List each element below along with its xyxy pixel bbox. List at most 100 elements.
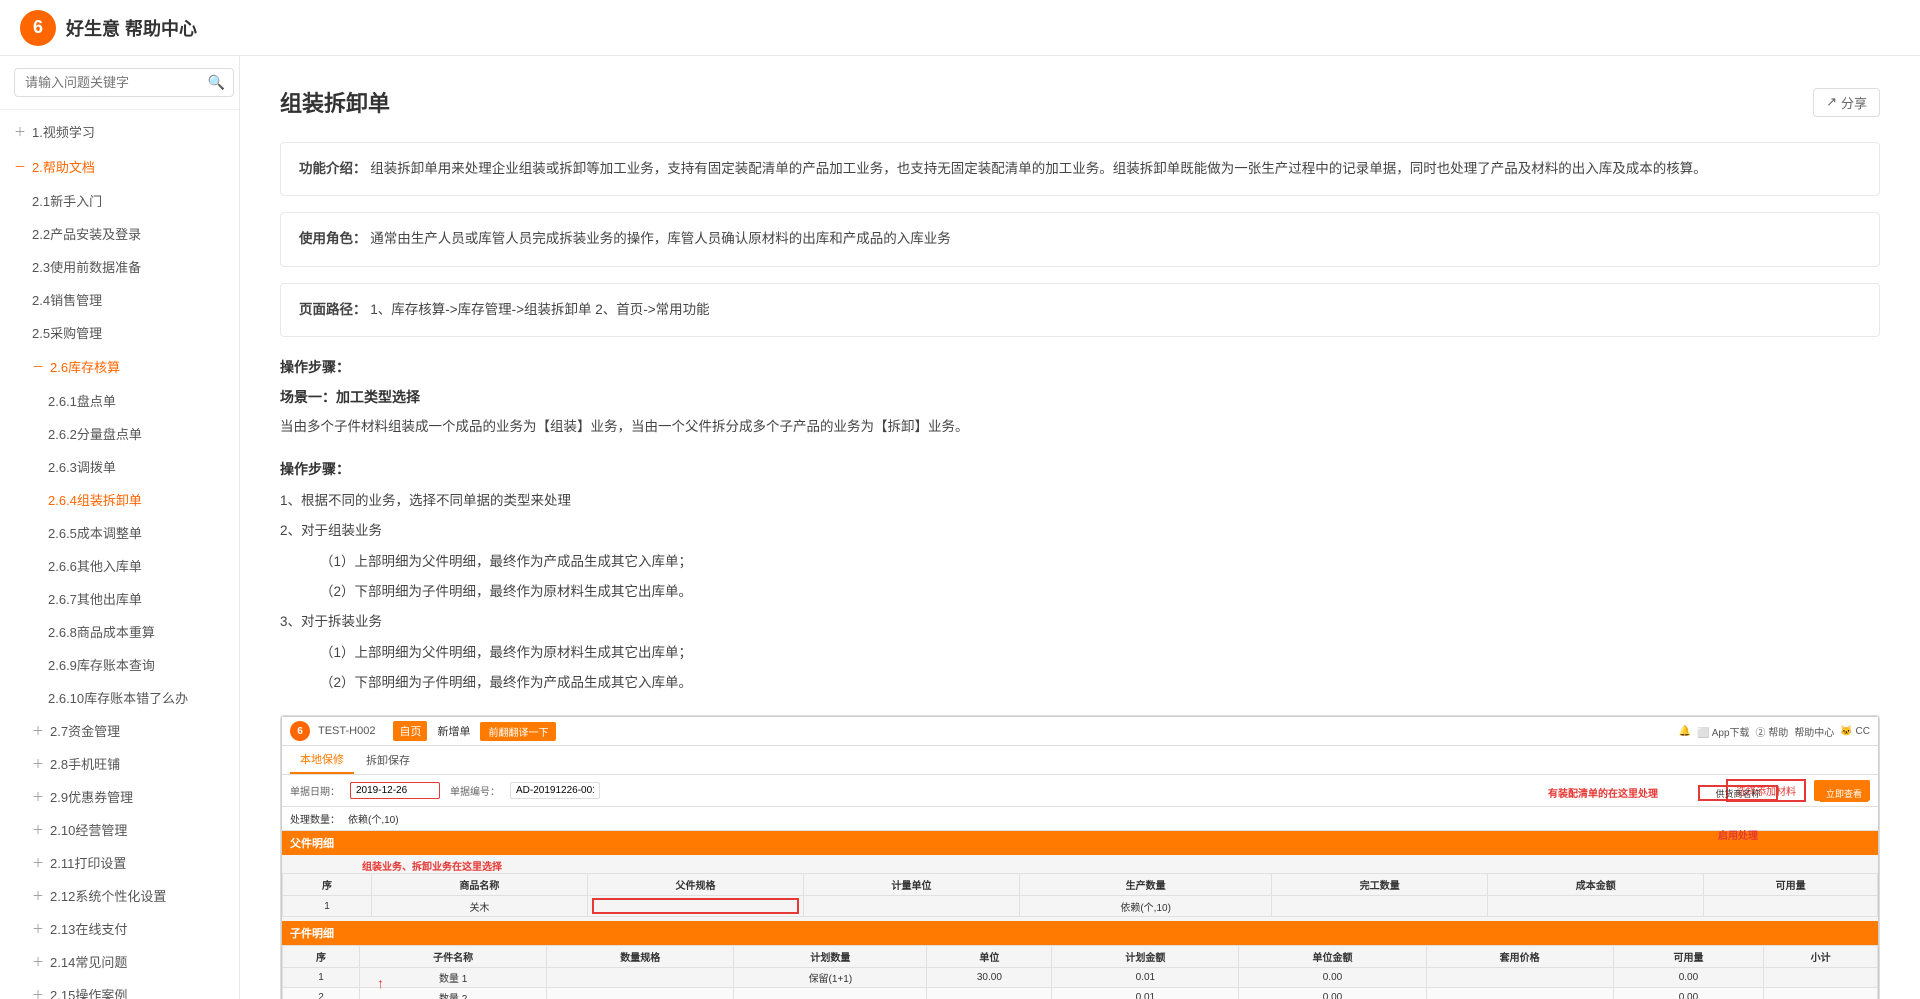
sidebar-item-2-6[interactable]: － 2.6库存核算 (0, 349, 239, 384)
td-r1-10 (1764, 968, 1878, 988)
th-2-5: 单位 (927, 946, 1052, 968)
th-1-8: 可用量 (1704, 874, 1878, 896)
app-icon-help: ② 帮助 (1756, 724, 1789, 739)
sidebar-item-2-5[interactable]: 2.5采购管理 (0, 316, 239, 349)
header: 6 好生意 帮助中心 (0, 0, 1920, 56)
sidebar-item-2-9[interactable]: ＋ 2.9优惠券管理 (0, 780, 239, 813)
sidebar-label-2-6-6: 2.6.6其他入库单 (48, 556, 142, 575)
table-row: 1 关木 依赖(个,10) (283, 896, 1878, 917)
sidebar-label-2-4: 2.4销售管理 (32, 290, 102, 309)
sidebar-label-2-1: 2.1新手入门 (32, 191, 102, 210)
sidebar-item-2-7[interactable]: ＋ 2.7资金管理 (0, 714, 239, 747)
sidebar-item-2-14[interactable]: ＋ 2.14常见问题 (0, 945, 239, 978)
sidebar-label-2-3: 2.3使用前数据准备 (32, 257, 141, 276)
th-2-6: 计划金额 (1052, 946, 1239, 968)
sidebar-label-2-6-3: 2.6.3调拨单 (48, 457, 116, 476)
annotation-text-1: 有装配清单的在这里处理 (1548, 785, 1658, 800)
section1-label: 父件明细 (290, 838, 334, 850)
expand-icon-2-12: ＋ (32, 887, 44, 904)
expand-icon-2-13: ＋ (32, 920, 44, 937)
th-2-1: 序 (283, 946, 360, 968)
td-r2-5 (927, 988, 1052, 999)
app-label-order: 单据编号： (450, 783, 500, 798)
sidebar-item-2-6-8[interactable]: 2.6.8商品成本重算 (0, 615, 239, 648)
th-1-4: 计量单位 (803, 874, 1019, 896)
sidebar-item-2-8[interactable]: ＋ 2.8手机旺铺 (0, 747, 239, 780)
sidebar-item-2-12[interactable]: ＋ 2.12系统个性化设置 (0, 879, 239, 912)
step-1: 1、根据不同的业务，选择不同单据的类型来处理 (280, 489, 1880, 513)
step-3-2: （2）下部明细为子件明细，最终作为产成品生成其它入库单。 (300, 671, 1880, 695)
td-r2-8 (1426, 988, 1613, 999)
sidebar-label-2-6-5: 2.6.5成本调整单 (48, 523, 142, 542)
td-r2-6: 0.01 (1052, 988, 1239, 999)
app-subform-qty: 依赖(个,10) (348, 811, 399, 826)
sidebar-item-2-6-6[interactable]: 2.6.6其他入库单 (0, 549, 239, 582)
th-2-9: 可用量 (1613, 946, 1763, 968)
path-label: 页面路径： (299, 302, 367, 317)
page-title-row: 组装拆卸单 ↗ 分享 (280, 86, 1880, 118)
sidebar-item-2-15[interactable]: ＋ 2.15操作案例 (0, 978, 239, 999)
sidebar-item-2-11[interactable]: ＋ 2.11打印设置 (0, 846, 239, 879)
table-row: 1 数量 1 保留(1+1) 30.00 0.01 0.00 0.00 (283, 968, 1878, 988)
sidebar-item-2-13[interactable]: ＋ 2.13在线支付 (0, 912, 239, 945)
app-btn-apply[interactable]: 立即查看 (1820, 785, 1868, 802)
role-label: 使用角色： (299, 231, 367, 246)
app-table2-wrapper: 序 子件名称 数量规格 计划数量 单位 计划金额 单位金额 套用价格 可用量 小… (282, 945, 1878, 999)
app-order-input[interactable] (510, 782, 600, 799)
app-nav-save[interactable]: 前翻翻译一下 (480, 722, 556, 741)
sidebar: 🔍 ＋ 1.视频学习 － 2.帮助文档 2.1新手入门 2.2产品安装及登录 (0, 56, 240, 999)
section2-label: 子件明细 (290, 928, 334, 940)
sidebar-item-2-6-4[interactable]: 2.6.4组装拆卸单 (0, 483, 239, 516)
td-r1-6: 0.01 (1052, 968, 1239, 988)
sidebar-label-2-6-4: 2.6.4组装拆卸单 (48, 490, 142, 509)
sidebar-item-2-6-2[interactable]: 2.6.2分量盘点单 (0, 417, 239, 450)
app-nav-home[interactable]: 自页 (393, 721, 427, 741)
table2-header-row: 序 子件名称 数量规格 计划数量 单位 计划金额 单位金额 套用价格 可用量 小… (283, 946, 1878, 968)
th-2-10: 小计 (1764, 946, 1878, 968)
red-arrow-icon-up: ↑ (377, 975, 384, 991)
app-table1-wrapper: 序 商品名称 父件规格 计量单位 生产数量 完工数量 成本金额 可用量 (282, 873, 1878, 917)
sidebar-item-2-1[interactable]: 2.1新手入门 (0, 184, 239, 217)
td-r1-1: 1 (283, 968, 360, 988)
sidebar-item-2[interactable]: － 2.帮助文档 (0, 149, 239, 184)
sidebar-item-2-6-7[interactable]: 2.6.7其他出库单 (0, 582, 239, 615)
expand-icon-2: － (14, 158, 26, 175)
search-button[interactable]: 🔍 (208, 74, 225, 91)
section-header-area: 父件明细 组装业务、拆卸业务在这里选择 启用处理 (282, 831, 1878, 855)
ops-title: 操作步骤： (280, 357, 1880, 377)
sidebar-item-2-10[interactable]: ＋ 2.10经营管理 (0, 813, 239, 846)
sidebar-item-2-6-9[interactable]: 2.6.9库存账本查询 (0, 648, 239, 681)
app-section2-header: 子件明细 (282, 921, 1878, 945)
sidebar-item-2-6-10[interactable]: 2.6.10库存账本错了么办 (0, 681, 239, 714)
app-subnav-add[interactable]: 拆卸保存 (356, 747, 420, 773)
app-nav-new[interactable]: 新增单 (431, 721, 476, 741)
search-input[interactable] (14, 68, 234, 97)
app-subform: 处理数量： 依赖(个,10) (282, 807, 1878, 831)
th-1-2: 商品名称 (371, 874, 587, 896)
sidebar-label-2-6-2: 2.6.2分量盘点单 (48, 424, 142, 443)
td-r1-2: 数量 1 (360, 968, 547, 988)
sidebar-item-2-6-3[interactable]: 2.6.3调拨单 (0, 450, 239, 483)
sidebar-item-2-6-1[interactable]: 2.6.1盘点单 (0, 384, 239, 417)
share-button[interactable]: ↗ 分享 (1813, 88, 1880, 117)
td-r2-9: 0.00 (1613, 988, 1763, 999)
th-1-6: 完工数量 (1272, 874, 1488, 896)
sidebar-label-2: 2.帮助文档 (32, 157, 95, 176)
annotation-input-box: 供货商名称 (1698, 785, 1778, 801)
td-r1-5: 30.00 (927, 968, 1052, 988)
th-2-8: 套用价格 (1426, 946, 1613, 968)
app-date-input[interactable] (350, 782, 440, 799)
sidebar-label-2-8: 2.8手机旺铺 (50, 754, 120, 773)
sidebar-label-2-6: 2.6库存核算 (50, 357, 120, 376)
app-logo-icon: 6 (290, 721, 310, 741)
td-r1-8 (1426, 968, 1613, 988)
sidebar-item-1[interactable]: ＋ 1.视频学习 (0, 114, 239, 149)
sidebar-item-2-6-5[interactable]: 2.6.5成本调整单 (0, 516, 239, 549)
td-1-7 (1488, 896, 1704, 917)
app-icon-center: 帮助中心 (1794, 724, 1834, 739)
sidebar-item-2-3[interactable]: 2.3使用前数据准备 (0, 250, 239, 283)
app-icon-bell: 🔔 (1679, 726, 1691, 737)
sidebar-item-2-4[interactable]: 2.4销售管理 (0, 283, 239, 316)
sidebar-item-2-2[interactable]: 2.2产品安装及登录 (0, 217, 239, 250)
app-subnav-list[interactable]: 本地保修 (290, 746, 354, 774)
